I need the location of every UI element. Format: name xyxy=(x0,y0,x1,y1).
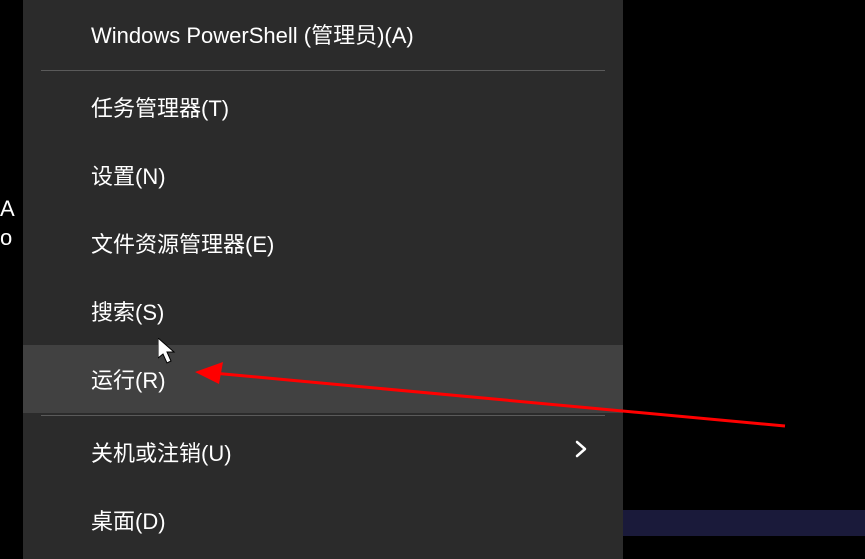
menu-label: 桌面(D) xyxy=(91,504,166,536)
winx-context-menu: Windows PowerShell (管理员)(A) 任务管理器(T) 设置(… xyxy=(23,0,623,559)
menu-item-desktop[interactable]: 桌面(D) xyxy=(23,486,623,554)
taskbar-hint xyxy=(623,510,865,536)
desktop-text-line1: A xyxy=(0,196,15,221)
menu-item-search[interactable]: 搜索(S) xyxy=(23,277,623,345)
menu-label: 设置(N) xyxy=(91,159,166,191)
menu-label: 关机或注销(U) xyxy=(91,436,232,468)
menu-item-settings[interactable]: 设置(N) xyxy=(23,141,623,209)
menu-item-task-manager[interactable]: 任务管理器(T) xyxy=(23,73,623,141)
desktop-text-line2: o xyxy=(0,225,12,250)
menu-item-run[interactable]: 运行(R) xyxy=(23,345,623,413)
menu-label: 任务管理器(T) xyxy=(91,91,229,123)
menu-label: 运行(R) xyxy=(91,363,166,395)
chevron-right-icon xyxy=(573,438,589,466)
menu-label: Windows PowerShell (管理员)(A) xyxy=(91,18,414,50)
menu-label: 搜索(S) xyxy=(91,295,164,327)
desktop-partial-text: A o xyxy=(0,195,15,252)
menu-item-powershell-admin[interactable]: Windows PowerShell (管理员)(A) xyxy=(23,0,623,68)
menu-item-file-explorer[interactable]: 文件资源管理器(E) xyxy=(23,209,623,277)
menu-item-shutdown-signout[interactable]: 关机或注销(U) xyxy=(23,418,623,486)
menu-label: 文件资源管理器(E) xyxy=(91,227,274,259)
menu-separator xyxy=(41,415,605,416)
menu-separator xyxy=(41,70,605,71)
